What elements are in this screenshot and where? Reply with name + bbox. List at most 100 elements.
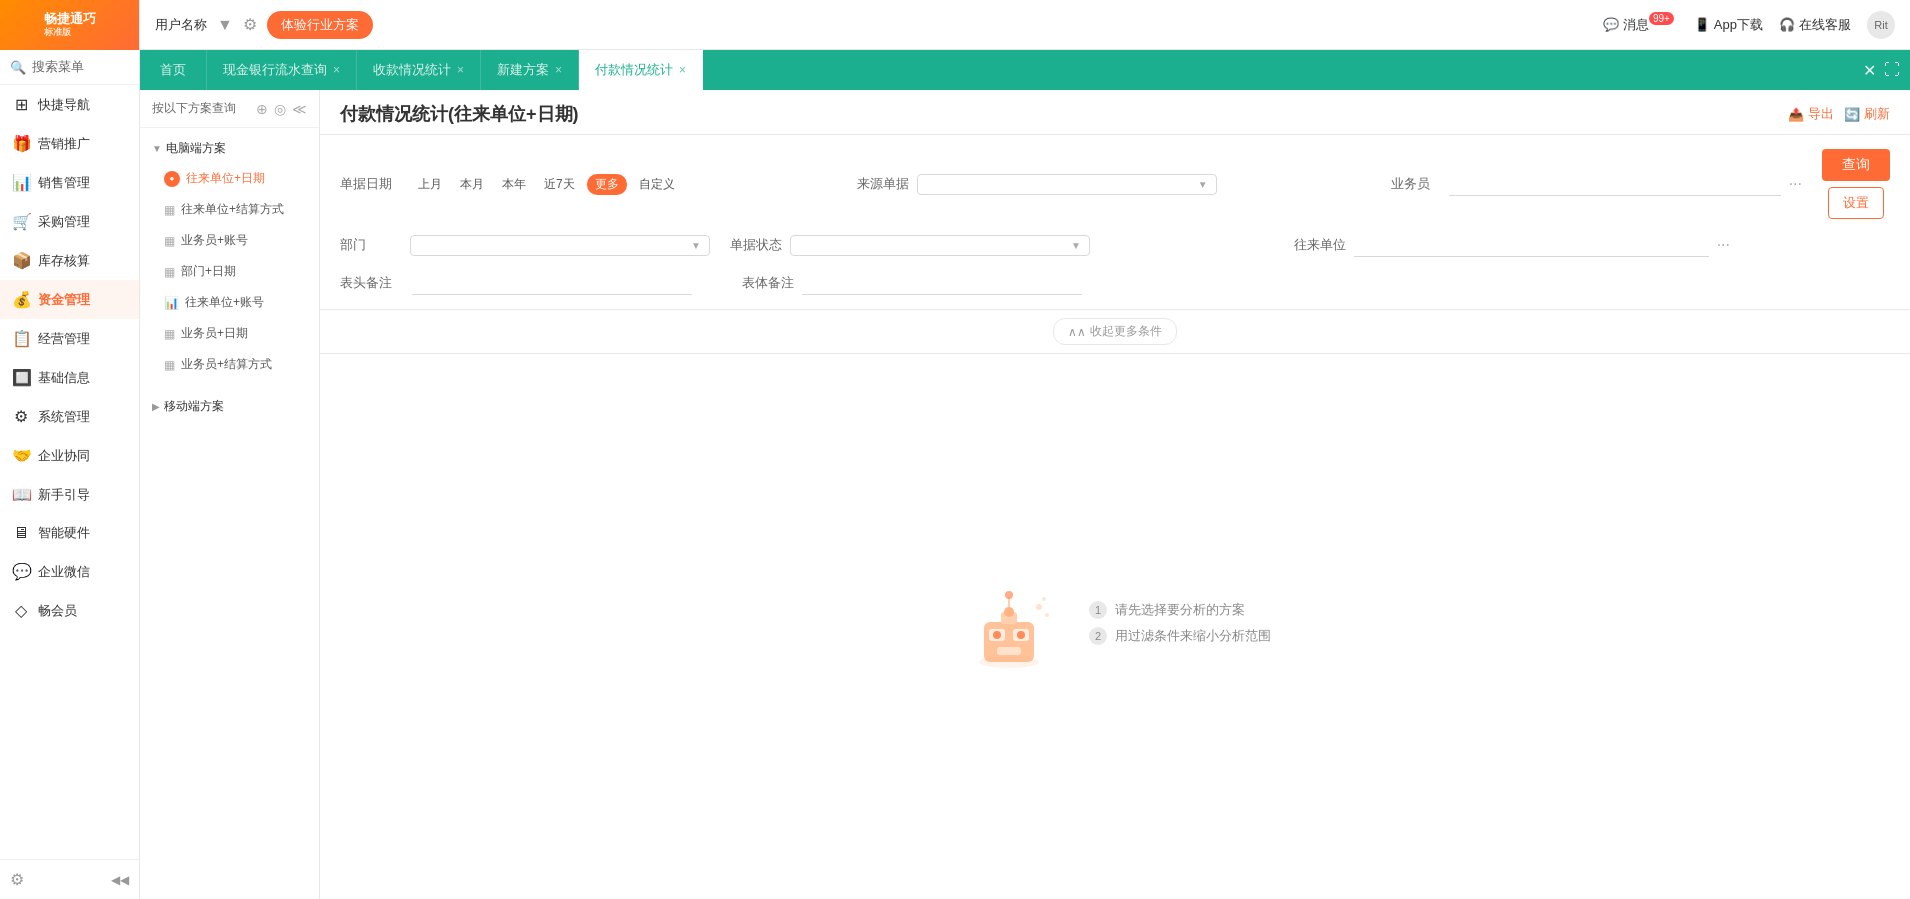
date-btn-custom[interactable]: 自定义 (633, 174, 681, 195)
tab-expand-icon[interactable]: ⛶ (1884, 61, 1900, 79)
left-panel-header-actions: ⊕ ◎ ≪ (256, 101, 307, 117)
topbar-right: 💬 消息 99+ 📱 App下载 🎧 在线客服 Rit (1603, 11, 1895, 39)
dept-select[interactable]: ▼ (410, 235, 710, 256)
tab-payment-stats-close[interactable]: × (457, 63, 464, 77)
left-panel-header-label: 按以下方案查询 (152, 100, 236, 117)
tab-bank-flow-close[interactable]: × (333, 63, 340, 77)
hint-num-2: 2 (1089, 627, 1107, 645)
sidebar-item-marketing[interactable]: 🎁 营销推广 (0, 124, 139, 163)
mobile-group-title[interactable]: ▶ 移动端方案 (140, 392, 319, 421)
tab-new-scheme-close[interactable]: × (555, 63, 562, 77)
tab-pay-stats-close[interactable]: × (679, 63, 686, 77)
scheme-item-salesman-settle[interactable]: ▦ 业务员+结算方式 (140, 349, 319, 380)
tab-pay-stats[interactable]: 付款情况统计 × (579, 50, 703, 90)
trial-button[interactable]: 体验行业方案 (267, 11, 373, 39)
scheme-item-salesman-account[interactable]: ▦ 业务员+账号 (140, 225, 319, 256)
query-button[interactable]: 查询 (1822, 149, 1890, 181)
tab-home[interactable]: 首页 (140, 50, 207, 90)
sidebar-item-wechat[interactable]: 💬 企业微信 (0, 552, 139, 591)
wechat-icon: 💬 (12, 562, 30, 581)
source-doc-group: 来源单据 ▼ (857, 174, 1371, 195)
dept-label: 部门 (340, 236, 390, 254)
sidebar-item-label: 新手引导 (38, 486, 90, 504)
right-panel: 付款情况统计(往来单位+日期) 📤 导出 🔄 刷新 单据日期 (320, 90, 1910, 899)
scheme-settings-icon[interactable]: ◎ (274, 101, 286, 117)
logo-subtitle: 标准版 (44, 26, 96, 39)
page-header: 付款情况统计(往来单位+日期) 📤 导出 🔄 刷新 (320, 90, 1910, 135)
source-select[interactable]: ▼ (917, 174, 1217, 195)
content-area: 按以下方案查询 ⊕ ◎ ≪ ▼ 电脑端方案 ● 往来单位+日期 ▦ (140, 90, 1910, 899)
sidebar-item-label: 系统管理 (38, 408, 90, 426)
scheme-item-counterpart-account[interactable]: 📊 往来单位+账号 (140, 287, 319, 318)
app-download-item[interactable]: 📱 App下载 (1694, 16, 1763, 34)
date-btn-this-year[interactable]: 本年 (496, 174, 532, 195)
salesman-ellipsis[interactable]: ··· (1789, 175, 1802, 193)
sales-icon: 📊 (12, 173, 30, 192)
sidebar-logo: 畅捷通巧 标准版 (0, 0, 139, 50)
sidebar-item-finance[interactable]: 💰 资金管理 (0, 280, 139, 319)
body-note-label: 表体备注 (742, 274, 794, 292)
sidebar-item-label: 资金管理 (38, 291, 90, 309)
desktop-group-title[interactable]: ▼ 电脑端方案 (140, 134, 319, 163)
collapse-button[interactable]: ∧∧ 收起更多条件 (1053, 318, 1177, 345)
user-avatar[interactable]: Rit (1867, 11, 1895, 39)
body-note-input[interactable] (802, 271, 1082, 295)
online-service-item[interactable]: 🎧 在线客服 (1779, 16, 1851, 34)
online-service-label: 在线客服 (1799, 16, 1851, 34)
source-label: 来源单据 (857, 175, 909, 193)
sidebar-item-member[interactable]: ◇ 畅会员 (0, 591, 139, 630)
svg-point-10 (1005, 591, 1013, 599)
page-title: 付款情况统计(往来单位+日期) (340, 102, 579, 126)
export-button[interactable]: 📤 导出 (1788, 105, 1834, 123)
doc-status-select[interactable]: ▼ (790, 235, 1090, 256)
scheme-item-counterpart-settle[interactable]: ▦ 往来单位+结算方式 (140, 194, 319, 225)
sidebar-item-label: 基础信息 (38, 369, 90, 387)
sidebar-item-quick-nav[interactable]: ⊞ 快捷导航 (0, 85, 139, 124)
desktop-scheme-group: ▼ 电脑端方案 ● 往来单位+日期 ▦ 往来单位+结算方式 ▦ 业务员+账号 ▦ (140, 128, 319, 386)
sidebar-item-hardware[interactable]: 🖥 智能硬件 (0, 514, 139, 552)
scheme-item-salesman-date[interactable]: ▦ 业务员+日期 (140, 318, 319, 349)
tab-payment-stats[interactable]: 收款情况统计 × (357, 50, 481, 90)
scheme-item-counterpart-date[interactable]: ● 往来单位+日期 (140, 163, 319, 194)
sidebar-item-system[interactable]: ⚙ 系统管理 (0, 397, 139, 436)
topbar-username: 用户名称 (155, 16, 207, 34)
quick-nav-icon: ⊞ (12, 95, 30, 114)
sidebar-item-purchase[interactable]: 🛒 采购管理 (0, 202, 139, 241)
date-range-input[interactable]: 2022-01-01 至 2022-12-31 (687, 177, 837, 191)
svg-rect-1 (984, 622, 1034, 662)
sidebar-item-inventory[interactable]: 📦 库存核算 (0, 241, 139, 280)
counterpart-ellipsis[interactable]: ··· (1717, 236, 1730, 254)
panel-collapse-icon[interactable]: ≪ (292, 101, 307, 117)
topbar-settings-icon[interactable]: ⚙ (243, 15, 257, 34)
svg-point-11 (1036, 604, 1042, 610)
date-btn-this-month[interactable]: 本月 (454, 174, 490, 195)
sidebar-item-basic[interactable]: 🔲 基础信息 (0, 358, 139, 397)
header-note-input[interactable] (412, 271, 692, 295)
date-btn-last-month[interactable]: 上月 (412, 174, 448, 195)
finance-icon: 💰 (12, 290, 30, 309)
sidebar-settings-icon[interactable]: ⚙ (10, 870, 24, 889)
sidebar-collapse-icon[interactable]: ◀◀ (111, 873, 129, 887)
topbar-user-dropdown[interactable]: ▼ (217, 16, 233, 34)
refresh-button[interactable]: 🔄 刷新 (1844, 105, 1890, 123)
tab-pay-stats-label: 付款情况统计 (595, 61, 673, 79)
sidebar-search[interactable]: 🔍 搜索菜单 (0, 50, 139, 85)
date-btn-7days[interactable]: 近7天 (538, 174, 581, 195)
tab-close-all-icon[interactable]: ✕ (1863, 61, 1876, 80)
sidebar-item-sales[interactable]: 📊 销售管理 (0, 163, 139, 202)
add-scheme-icon[interactable]: ⊕ (256, 101, 268, 117)
sidebar-item-guide[interactable]: 📖 新手引导 (0, 475, 139, 514)
svg-rect-4 (997, 647, 1021, 655)
scheme-item-dept-date[interactable]: ▦ 部门+日期 (140, 256, 319, 287)
counterpart-input[interactable] (1354, 233, 1708, 257)
tab-bank-flow[interactable]: 现金银行流水查询 × (207, 50, 357, 90)
sidebar-item-enterprise[interactable]: 🤝 企业协同 (0, 436, 139, 475)
sidebar-item-operations[interactable]: 📋 经营管理 (0, 319, 139, 358)
tab-new-scheme[interactable]: 新建方案 × (481, 50, 579, 90)
date-btn-more[interactable]: 更多 (587, 174, 627, 195)
notification-item[interactable]: 💬 消息 99+ (1603, 16, 1678, 34)
salesman-input[interactable] (1449, 172, 1781, 196)
body-note-group: 表体备注 (742, 271, 1890, 295)
settings-button[interactable]: 设置 (1828, 187, 1884, 219)
sidebar-item-label: 畅会员 (38, 602, 77, 620)
